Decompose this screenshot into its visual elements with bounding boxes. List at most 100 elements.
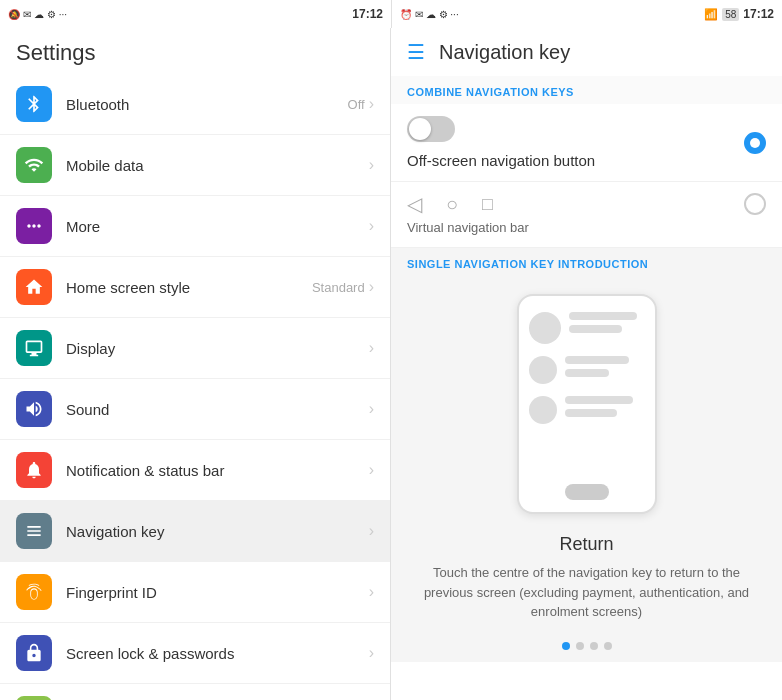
home-screen-right: Standard › [312,278,374,296]
notification-right: › [369,461,374,479]
wifi-icon: 🔕 [8,9,20,20]
dot-4[interactable] [604,642,612,650]
right-app-icons: ✉ ☁ ⚙ ··· [415,9,459,20]
left-time: 17:12 [352,7,383,21]
settings-item-home-screen[interactable]: Home screen style Standard › [0,257,390,318]
nav-header: ☰ Navigation key [391,28,782,76]
phone-avatar-3 [529,396,557,424]
mobile-data-right: › [369,156,374,174]
phone-home-button [565,484,609,500]
offscreen-toggle-area[interactable] [407,116,744,146]
settings-item-security[interactable]: Security & privacy › [0,684,390,700]
virtual-nav-label: Virtual navigation bar [407,220,766,235]
fingerprint-chevron: › [369,583,374,601]
sound-right: › [369,400,374,418]
dots-row [391,634,782,662]
nav-title: Navigation key [439,41,570,64]
bluetooth-status: Off [348,97,365,112]
navigation-label: Navigation key [66,523,369,540]
settings-item-screen-lock[interactable]: Screen lock & passwords › [0,623,390,684]
mobile-data-label: Mobile data [66,157,369,174]
single-nav-section-header: SINGLE NAVIGATION KEY INTRODUCTION [391,248,782,278]
offscreen-radio[interactable] [744,132,766,154]
left-status-icons: 🔕 ✉ ☁ ⚙ ··· [8,9,67,20]
navigation-content: Navigation key [66,523,369,540]
right-status-icons: ⏰ ✉ ☁ ⚙ ··· [400,9,459,20]
security-icon [16,696,52,700]
navigation-right: › [369,522,374,540]
back-icon: ◁ [407,192,422,216]
return-title: Return [391,530,782,559]
phone-illustration [391,278,782,530]
phone-line-5 [565,396,633,404]
notification-icon [16,452,52,488]
settings-item-navigation[interactable]: Navigation key › [0,501,390,562]
dot-2[interactable] [576,642,584,650]
dot-3[interactable] [590,642,598,650]
hamburger-icon[interactable]: ☰ [407,40,425,64]
offscreen-label: Off-screen navigation button [407,152,744,169]
bluetooth-icon [16,86,52,122]
home-screen-chevron: › [369,278,374,296]
display-content: Display [66,340,369,357]
virtual-nav-row: ◁ ○ □ Virtual navigation bar [391,182,782,248]
fingerprint-right: › [369,583,374,601]
settings-item-notification[interactable]: Notification & status bar › [0,440,390,501]
phone-line-2 [569,325,622,333]
mobile-data-chevron: › [369,156,374,174]
phone-avatar [529,312,561,344]
screen-lock-icon [16,635,52,671]
offscreen-row: Off-screen navigation button [391,104,782,182]
more-label: More [66,218,369,235]
virtual-nav-radio[interactable] [744,193,766,215]
more-right: › [369,217,374,235]
sound-label: Sound [66,401,369,418]
phone-line-6 [565,409,617,417]
status-bar-right: ⏰ ✉ ☁ ⚙ ··· 📶 58 17:12 [391,0,782,28]
screen-lock-right: › [369,644,374,662]
msg-icon: ✉ [23,9,31,20]
more-content: More [66,218,369,235]
return-desc: Touch the centre of the navigation key t… [391,559,782,634]
bluetooth-chevron: › [369,95,374,113]
virtual-nav-icons-row: ◁ ○ □ [407,192,766,216]
settings-item-fingerprint[interactable]: Fingerprint ID › [0,562,390,623]
settings-item-bluetooth[interactable]: Bluetooth Off › [0,74,390,135]
more-settings-icon [16,208,52,244]
home-screen-label: Home screen style [66,279,312,296]
display-label: Display [66,340,369,357]
home-circle-icon: ○ [446,193,458,216]
nav-panel: ☰ Navigation key COMBINE NAVIGATION KEYS… [391,28,782,700]
settings-list: Bluetooth Off › Mobile data › [0,74,390,700]
fingerprint-content: Fingerprint ID [66,584,369,601]
mobile-data-icon [16,147,52,183]
home-screen-content: Home screen style [66,279,312,296]
settings-item-sound[interactable]: Sound › [0,379,390,440]
notification-content: Notification & status bar [66,462,369,479]
screen-lock-label: Screen lock & passwords [66,645,369,662]
phone-mockup [517,294,657,514]
settings-item-mobile-data[interactable]: Mobile data › [0,135,390,196]
phone-line-1 [569,312,637,320]
settings-title: Settings [0,28,390,74]
recents-icon: □ [482,194,493,215]
main-container: Settings Bluetooth Off › [0,28,782,700]
navigation-icon [16,513,52,549]
home-screen-icon [16,269,52,305]
virtual-nav-icons: ◁ ○ □ [407,192,744,216]
screen-lock-content: Screen lock & passwords [66,645,369,662]
navigation-chevron: › [369,522,374,540]
status-bar-left: 🔕 ✉ ☁ ⚙ ··· 17:12 [0,0,391,28]
signal-icon: 📶 [704,8,718,21]
bluetooth-label: Bluetooth [66,96,348,113]
settings-item-display[interactable]: Display › [0,318,390,379]
more-chevron: › [369,217,374,235]
sound-content: Sound [66,401,369,418]
fingerprint-icon [16,574,52,610]
settings-item-more[interactable]: More › [0,196,390,257]
more-icon: ··· [59,9,67,20]
alarm-icon: ⏰ [400,9,412,20]
home-screen-value: Standard [312,280,365,295]
dot-1[interactable] [562,642,570,650]
bluetooth-right: Off › [348,95,374,113]
